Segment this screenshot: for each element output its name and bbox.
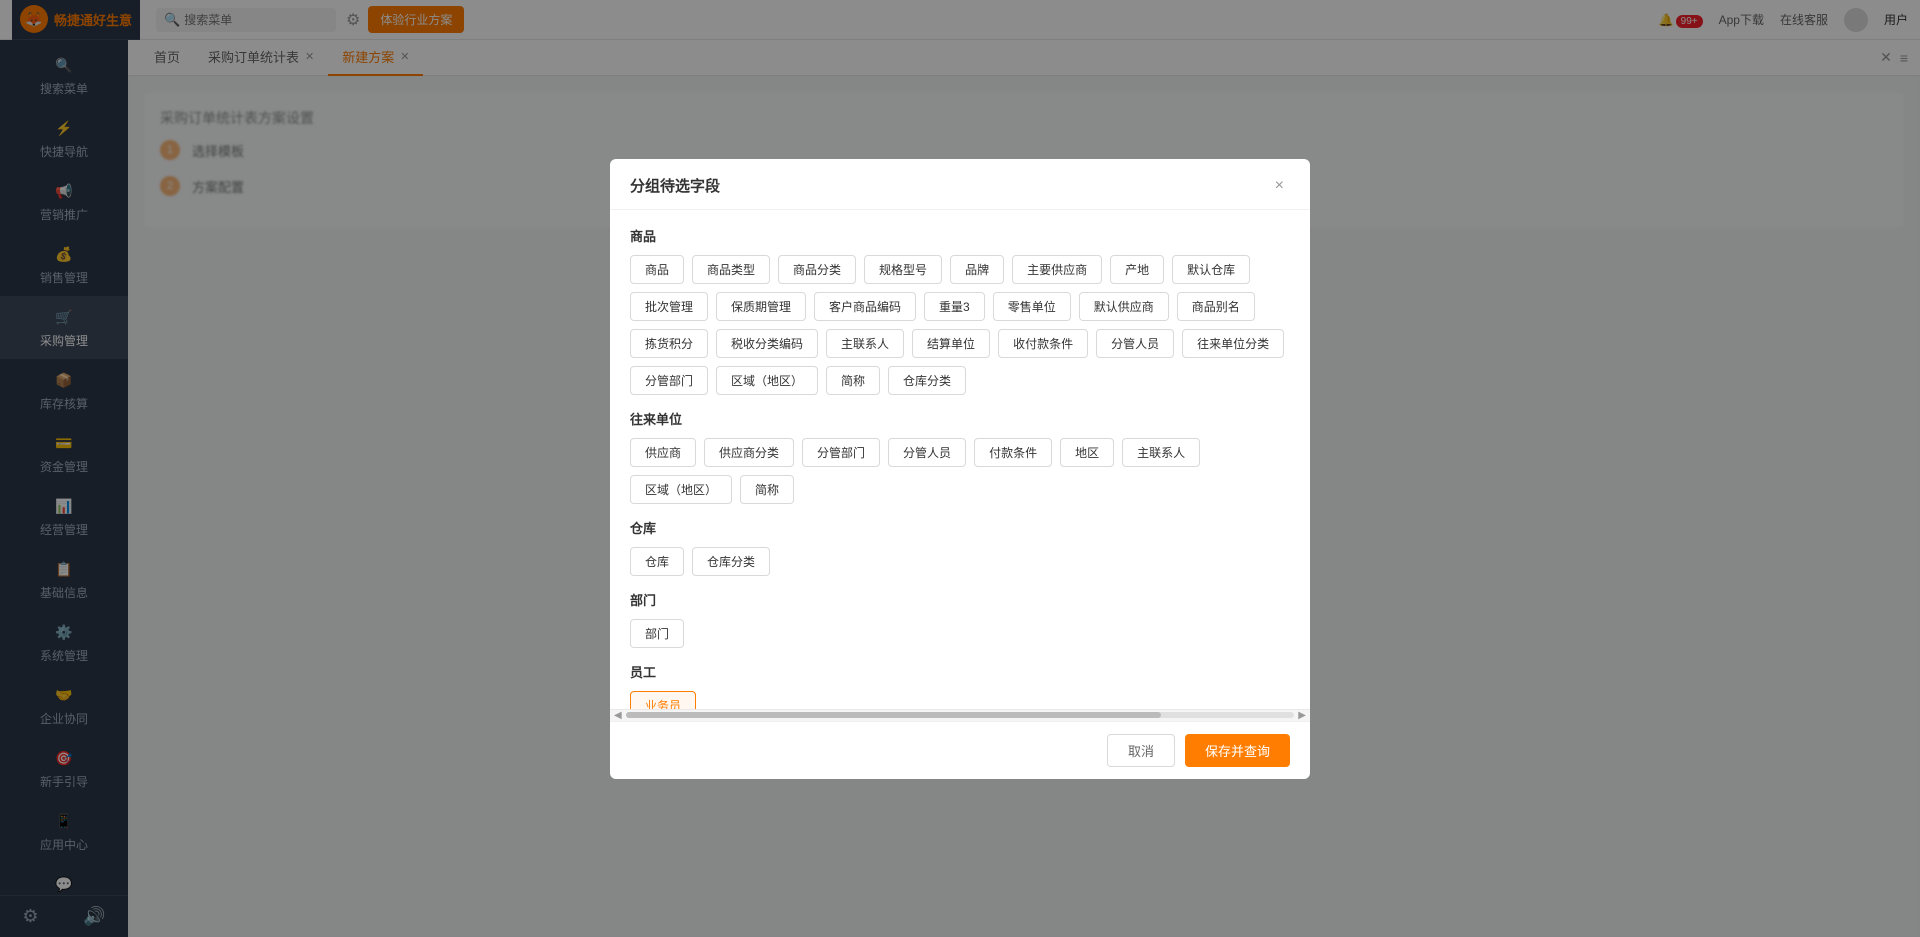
field-tag-goods-24[interactable]: 简称 — [826, 366, 880, 395]
modal-close-btn[interactable]: × — [1269, 175, 1290, 197]
modal-footer: 取消 保存并查询 — [610, 721, 1310, 779]
field-grid-department: 部门 — [630, 619, 1290, 648]
field-tag-partner-7[interactable]: 区域（地区） — [630, 475, 732, 504]
field-tag-goods-9[interactable]: 保质期管理 — [716, 292, 806, 321]
field-tag-goods-11[interactable]: 重量3 — [924, 292, 985, 321]
field-tag-goods-22[interactable]: 分管部门 — [630, 366, 708, 395]
field-grid-warehouse: 仓库仓库分类 — [630, 547, 1290, 576]
section-title-goods: 商品 — [630, 226, 1290, 245]
modal-overlay: 分组待选字段 × 商品商品商品类型商品分类规格型号品牌主要供应商产地默认仓库批次… — [0, 0, 1920, 937]
field-tag-partner-4[interactable]: 付款条件 — [974, 438, 1052, 467]
field-tag-goods-15[interactable]: 拣货积分 — [630, 329, 708, 358]
h-scroll-track[interactable] — [626, 712, 1295, 718]
field-tag-goods-0[interactable]: 商品 — [630, 255, 684, 284]
modal-header: 分组待选字段 × — [610, 159, 1310, 210]
field-grid-goods: 商品商品类型商品分类规格型号品牌主要供应商产地默认仓库批次管理保质期管理客户商品… — [630, 255, 1290, 395]
scroll-left-arrow[interactable]: ◀ — [614, 710, 622, 721]
field-tag-goods-18[interactable]: 结算单位 — [912, 329, 990, 358]
field-tag-goods-16[interactable]: 税收分类编码 — [716, 329, 818, 358]
section-title-partner: 往来单位 — [630, 409, 1290, 428]
h-scroll-thumb[interactable] — [626, 712, 1161, 718]
modal-body: 商品商品商品类型商品分类规格型号品牌主要供应商产地默认仓库批次管理保质期管理客户… — [610, 210, 1310, 709]
field-tag-goods-12[interactable]: 零售单位 — [993, 292, 1071, 321]
field-tag-goods-10[interactable]: 客户商品编码 — [814, 292, 916, 321]
modal-dialog: 分组待选字段 × 商品商品商品类型商品分类规格型号品牌主要供应商产地默认仓库批次… — [610, 159, 1310, 779]
field-tag-goods-4[interactable]: 品牌 — [950, 255, 1004, 284]
field-tag-goods-20[interactable]: 分管人员 — [1096, 329, 1174, 358]
field-tag-goods-21[interactable]: 往来单位分类 — [1182, 329, 1284, 358]
field-tag-partner-3[interactable]: 分管人员 — [888, 438, 966, 467]
section-title-department: 部门 — [630, 590, 1290, 609]
field-grid-partner: 供应商供应商分类分管部门分管人员付款条件地区主联系人区域（地区） 简称 — [630, 438, 1290, 504]
field-tag-goods-2[interactable]: 商品分类 — [778, 255, 856, 284]
field-tag-partner-5[interactable]: 地区 — [1060, 438, 1114, 467]
field-tag-partner-0[interactable]: 供应商 — [630, 438, 696, 467]
field-tag-partner-2[interactable]: 分管部门 — [802, 438, 880, 467]
field-tag-goods-3[interactable]: 规格型号 — [864, 255, 942, 284]
confirm-button[interactable]: 保存并查询 — [1185, 734, 1290, 767]
field-tag-goods-23[interactable]: 区域（地区） — [716, 366, 818, 395]
field-tag-goods-25[interactable]: 仓库分类 — [888, 366, 966, 395]
field-tag-goods-17[interactable]: 主联系人 — [826, 329, 904, 358]
field-tag-partner-6[interactable]: 主联系人 — [1122, 438, 1200, 467]
field-tag-department-0[interactable]: 部门 — [630, 619, 684, 648]
field-tag-partner-1[interactable]: 供应商分类 — [704, 438, 794, 467]
field-tag-employee-0[interactable]: 业务员 — [630, 691, 696, 709]
field-tag-goods-7[interactable]: 默认仓库 — [1172, 255, 1250, 284]
field-tag-goods-19[interactable]: 收付款条件 — [998, 329, 1088, 358]
modal-title: 分组待选字段 — [630, 175, 720, 196]
scroll-right-arrow[interactable]: ▶ — [1298, 710, 1306, 721]
modal-h-scroll[interactable]: ◀ ▶ — [610, 709, 1310, 721]
field-tag-goods-1[interactable]: 商品类型 — [692, 255, 770, 284]
field-grid-employee: 业务员 — [630, 691, 1290, 709]
field-tag-goods-13[interactable]: 默认供应商 — [1079, 292, 1169, 321]
field-tag-warehouse-1[interactable]: 仓库分类 — [692, 547, 770, 576]
field-tag-partner-8[interactable]: 简称 — [740, 475, 794, 504]
field-tag-goods-6[interactable]: 产地 — [1110, 255, 1164, 284]
field-tag-goods-5[interactable]: 主要供应商 — [1012, 255, 1102, 284]
cancel-button[interactable]: 取消 — [1107, 734, 1175, 767]
field-tag-goods-8[interactable]: 批次管理 — [630, 292, 708, 321]
field-tag-warehouse-0[interactable]: 仓库 — [630, 547, 684, 576]
field-tag-goods-14[interactable]: 商品别名 — [1177, 292, 1255, 321]
section-title-warehouse: 仓库 — [630, 518, 1290, 537]
section-title-employee: 员工 — [630, 662, 1290, 681]
